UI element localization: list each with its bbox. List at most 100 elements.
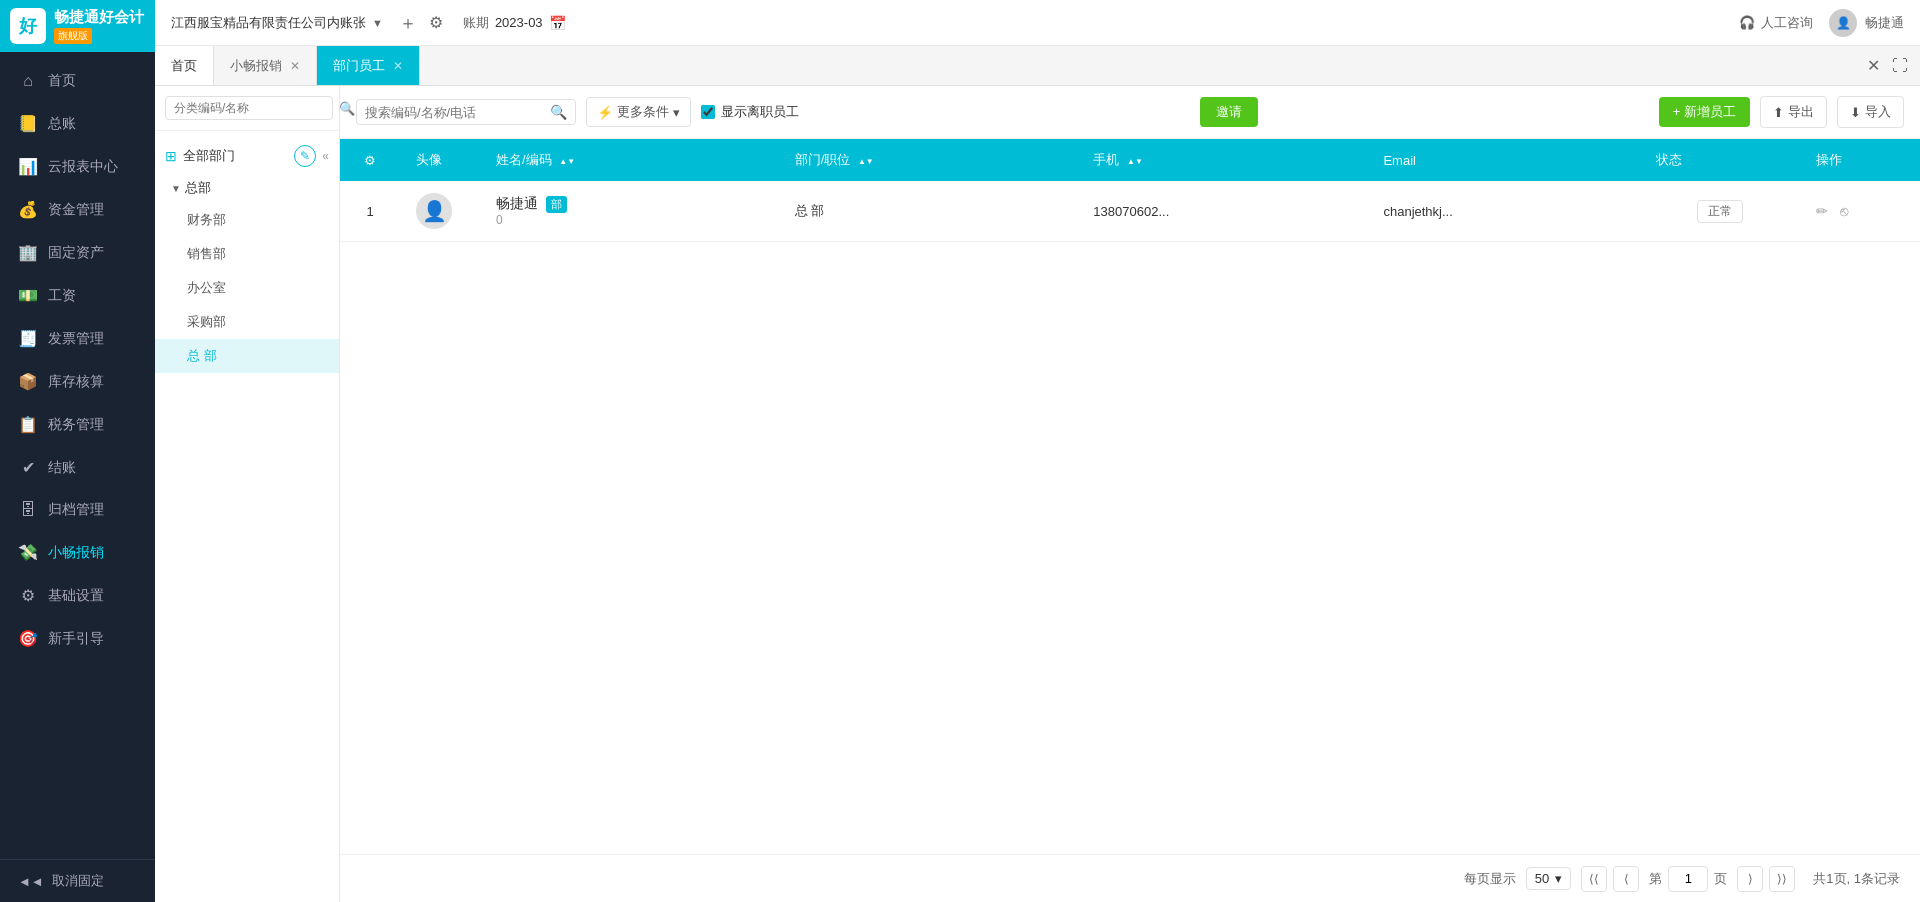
consult-label: 人工咨询 bbox=[1761, 14, 1813, 32]
page-content: 🔍 ⊞ 全部部门 ✎ « ▼ 总部 bbox=[155, 86, 1920, 902]
user-menu[interactable]: 👤 畅捷通 bbox=[1829, 9, 1904, 37]
employee-name-text: 畅捷通 bbox=[496, 195, 538, 211]
guide-icon: 🎯 bbox=[18, 629, 38, 648]
search-box: 🔍 bbox=[356, 99, 576, 125]
pagination-bar: 每页显示 50 ▾ ⟨⟨ ⟨ 第 页 ⟩ ⟩⟩ 共1页, bbox=[340, 854, 1920, 902]
col-dept-sort-icon: ▲▼ bbox=[858, 158, 874, 166]
sidebar-item-reports[interactable]: 📊 云报表中心 bbox=[0, 145, 155, 188]
dept-item-purchase[interactable]: 采购部 bbox=[155, 305, 339, 339]
sidebar-item-invoice[interactable]: 🧾 发票管理 bbox=[0, 317, 155, 360]
sidebar-item-funds[interactable]: 💰 资金管理 bbox=[0, 188, 155, 231]
dept-search-area: 🔍 bbox=[155, 86, 339, 131]
table-row: 1 👤 畅捷通 部 bbox=[340, 181, 1920, 242]
home-icon: ⌂ bbox=[18, 72, 38, 90]
sidebar-logo: 好 畅捷通好会计 旗舰版 bbox=[0, 0, 155, 52]
tab-expense[interactable]: 小畅报销 ✕ bbox=[214, 46, 317, 85]
sidebar-item-guide[interactable]: 🎯 新手引导 bbox=[0, 617, 155, 660]
edit-action-icon[interactable]: ✏ bbox=[1816, 203, 1828, 219]
table-area: ⚙ 头像 姓名/编码 ▲▼ 部门/职位 ▲▼ bbox=[340, 139, 1920, 854]
sidebar-item-tax[interactable]: 📋 税务管理 bbox=[0, 403, 155, 446]
add-company-button[interactable]: ＋ bbox=[399, 11, 417, 35]
export-button[interactable]: ⬆ 导出 bbox=[1760, 96, 1827, 128]
dept-group-head[interactable]: ▼ 总部 bbox=[155, 173, 339, 203]
col-name[interactable]: 姓名/编码 ▲▼ bbox=[480, 139, 779, 181]
export-icon: ⬆ bbox=[1773, 105, 1784, 120]
sidebar-item-home[interactable]: ⌂ 首页 bbox=[0, 60, 155, 102]
search-icon[interactable]: 🔍 bbox=[550, 104, 567, 120]
period-area: 账期 2023-03 📅 bbox=[463, 14, 566, 32]
consult-button[interactable]: 🎧 人工咨询 bbox=[1739, 14, 1813, 32]
col-phone[interactable]: 手机 ▲▼ bbox=[1077, 139, 1367, 181]
dept-all-label-area: ⊞ 全部部门 bbox=[165, 147, 235, 165]
sidebar: 好 畅捷通好会计 旗舰版 ⌂ 首页 📒 总账 📊 云报表中心 💰 资金管理 🏢 … bbox=[0, 0, 155, 902]
company-selector[interactable]: 江西服宝精品有限责任公司内账张 ▼ bbox=[171, 14, 383, 32]
row-index-value: 1 bbox=[366, 204, 373, 219]
dept-search-input[interactable] bbox=[165, 96, 333, 120]
logo-sub: 旗舰版 bbox=[54, 28, 92, 44]
col-action-label: 操作 bbox=[1816, 152, 1842, 167]
row-email-cell: chanjethkj... bbox=[1367, 181, 1640, 242]
sidebar-item-ledger[interactable]: 📒 总账 bbox=[0, 102, 155, 145]
company-settings-icon[interactable]: ⚙ bbox=[429, 13, 443, 32]
import-button[interactable]: ⬇ 导入 bbox=[1837, 96, 1904, 128]
show-resigned-checkbox[interactable] bbox=[701, 105, 715, 119]
page-size-select[interactable]: 50 ▾ bbox=[1526, 867, 1571, 890]
salary-icon: 💵 bbox=[18, 286, 38, 305]
logout-action-icon[interactable]: ⎋ bbox=[1840, 203, 1848, 219]
headset-icon: 🎧 bbox=[1739, 15, 1755, 30]
tab-dept-employee[interactable]: 部门员工 ✕ bbox=[317, 46, 420, 85]
settings-icon: ⚙ bbox=[18, 586, 38, 605]
sidebar-item-closing[interactable]: ✔ 结账 bbox=[0, 446, 155, 489]
dept-collapse-icon[interactable]: « bbox=[322, 149, 329, 163]
tab-dept-label: 部门员工 bbox=[333, 57, 385, 75]
table-body: 1 👤 畅捷通 部 bbox=[340, 181, 1920, 242]
sidebar-item-expense[interactable]: 💸 小畅报销 bbox=[0, 531, 155, 574]
page-last-button[interactable]: ⟩⟩ bbox=[1769, 866, 1795, 892]
col-phone-label: 手机 bbox=[1093, 152, 1119, 167]
dept-grid-icon: ⊞ bbox=[165, 148, 177, 164]
filter-button[interactable]: ⚡ 更多条件 ▾ bbox=[586, 97, 691, 127]
col-dept-label: 部门/职位 bbox=[795, 152, 851, 167]
period-value: 2023-03 bbox=[495, 15, 543, 30]
logo-icon: 好 bbox=[10, 8, 46, 44]
sidebar-item-archive[interactable]: 🗄 归档管理 bbox=[0, 489, 155, 531]
invite-button[interactable]: 邀请 bbox=[1200, 97, 1258, 127]
pin-icon: ◄◄ bbox=[18, 874, 44, 889]
sidebar-item-salary[interactable]: 💵 工资 bbox=[0, 274, 155, 317]
dept-edit-icon[interactable]: ✎ bbox=[294, 145, 316, 167]
dept-finance-label: 财务部 bbox=[187, 212, 226, 227]
search-input[interactable] bbox=[365, 105, 550, 120]
sidebar-item-settings[interactable]: ⚙ 基础设置 bbox=[0, 574, 155, 617]
page-first-button[interactable]: ⟨⟨ bbox=[1581, 866, 1607, 892]
sidebar-item-assets[interactable]: 🏢 固定资产 bbox=[0, 231, 155, 274]
close-tab-icon[interactable]: ✕ bbox=[1867, 56, 1880, 75]
tab-dept-close-icon[interactable]: ✕ bbox=[393, 59, 403, 73]
filter-chevron-icon: ▾ bbox=[673, 105, 680, 120]
dept-item-finance[interactable]: 财务部 bbox=[155, 203, 339, 237]
period-label: 账期 bbox=[463, 14, 489, 32]
cancel-fixed-button[interactable]: ◄◄ 取消固定 bbox=[18, 872, 137, 890]
page-next-button[interactable]: ⟩ bbox=[1737, 866, 1763, 892]
tab-home[interactable]: 首页 bbox=[155, 46, 214, 85]
dept-item-general[interactable]: 总 部 bbox=[155, 339, 339, 373]
col-settings[interactable]: ⚙ bbox=[340, 139, 400, 181]
employee-badge: 部 bbox=[546, 196, 567, 213]
col-dept[interactable]: 部门/职位 ▲▼ bbox=[779, 139, 1078, 181]
calendar-icon[interactable]: 📅 bbox=[549, 15, 566, 31]
dept-item-office[interactable]: 办公室 bbox=[155, 271, 339, 305]
sidebar-menu: ⌂ 首页 📒 总账 📊 云报表中心 💰 资金管理 🏢 固定资产 💵 工资 🧾 发… bbox=[0, 52, 155, 859]
sidebar-label-funds: 资金管理 bbox=[48, 201, 104, 219]
page-input[interactable] bbox=[1668, 866, 1708, 892]
import-label: 导入 bbox=[1865, 103, 1891, 121]
dept-item-sales[interactable]: 销售部 bbox=[155, 237, 339, 271]
reports-icon: 📊 bbox=[18, 157, 38, 176]
dept-panel: 🔍 ⊞ 全部部门 ✎ « ▼ 总部 bbox=[155, 86, 340, 902]
show-resigned-label[interactable]: 显示离职员工 bbox=[721, 103, 799, 121]
page-prev-button[interactable]: ⟨ bbox=[1613, 866, 1639, 892]
add-employee-button[interactable]: + 新增员工 bbox=[1659, 97, 1750, 127]
expand-tab-icon[interactable]: ⛶ bbox=[1892, 57, 1908, 75]
tab-expense-close-icon[interactable]: ✕ bbox=[290, 59, 300, 73]
sidebar-label-home: 首页 bbox=[48, 72, 76, 90]
sidebar-item-inventory[interactable]: 📦 库存核算 bbox=[0, 360, 155, 403]
table-header-row: ⚙ 头像 姓名/编码 ▲▼ 部门/职位 ▲▼ bbox=[340, 139, 1920, 181]
